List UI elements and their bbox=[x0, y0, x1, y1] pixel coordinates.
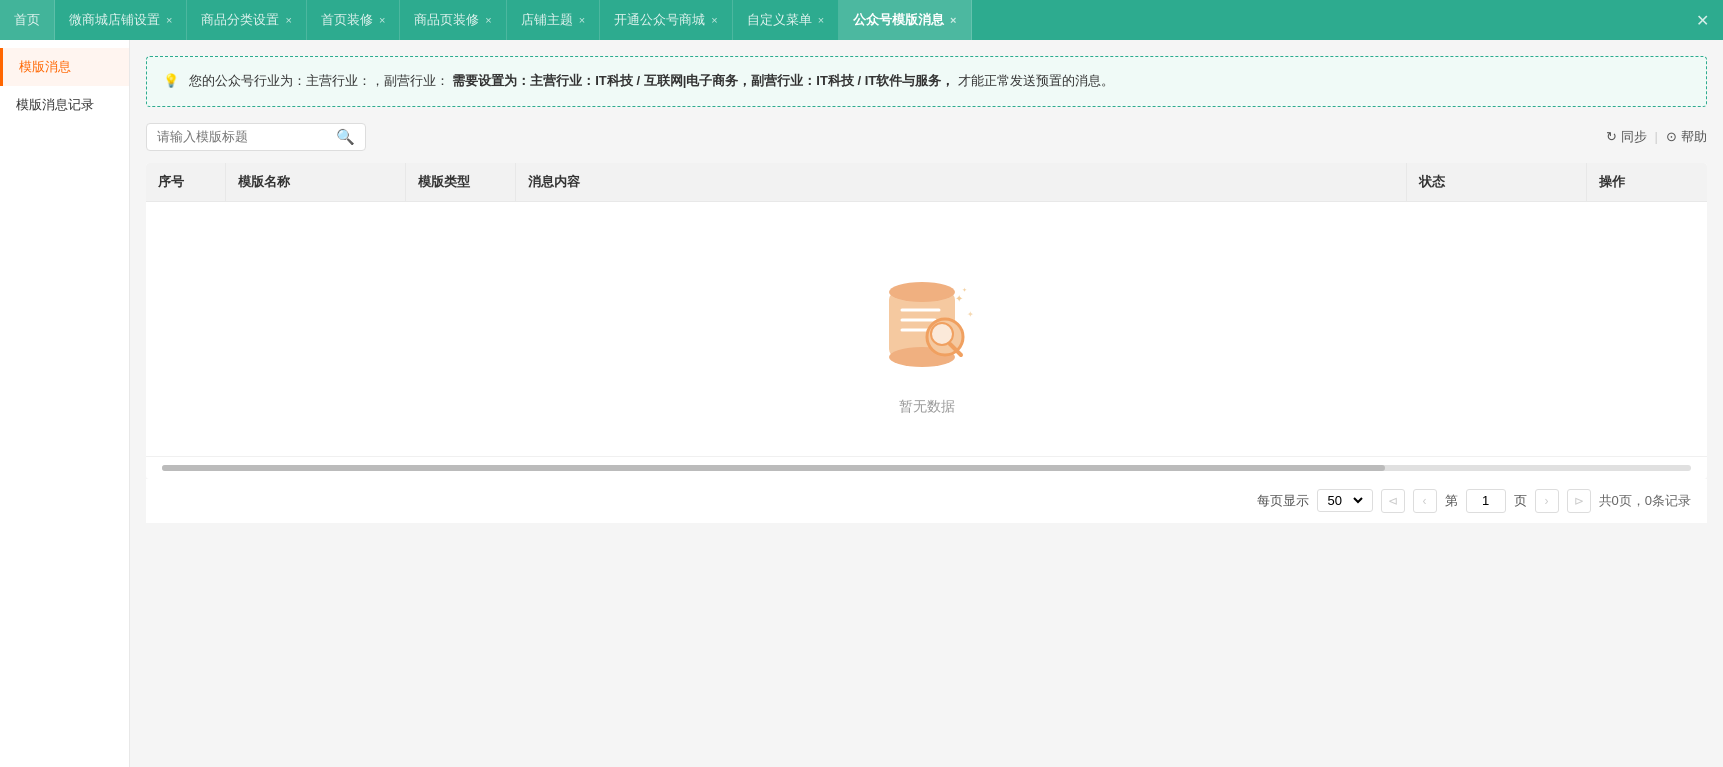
notice-icon: 💡 bbox=[163, 73, 179, 88]
search-input-wrap: 🔍 bbox=[146, 123, 366, 151]
tab-template-msg-label: 公众号模版消息 bbox=[853, 11, 944, 29]
tab-open-mall[interactable]: 开通公众号商城 × bbox=[600, 0, 732, 40]
total-text: 共0页，0条记录 bbox=[1599, 492, 1691, 510]
tab-category-close[interactable]: × bbox=[285, 15, 291, 26]
tab-weishop-label: 微商城店铺设置 bbox=[69, 11, 160, 29]
tab-theme-close[interactable]: × bbox=[579, 15, 585, 26]
tab-bar: 首页 微商城店铺设置 × 商品分类设置 × 首页装修 × 商品页装修 × 店铺主… bbox=[0, 0, 1723, 40]
sidebar-item-template-log-label: 模版消息记录 bbox=[16, 97, 94, 112]
tab-category[interactable]: 商品分类设置 × bbox=[187, 0, 306, 40]
content-area: 💡 您的公众号行业为：主营行业：，副营行业： 需要设置为：主营行业：IT科技 /… bbox=[130, 40, 1723, 767]
tab-open-mall-label: 开通公众号商城 bbox=[614, 11, 705, 29]
tab-category-label: 商品分类设置 bbox=[201, 11, 279, 29]
page-last-button[interactable]: ⊳ bbox=[1567, 489, 1591, 513]
per-page-select-wrap: 50 10 20 100 bbox=[1317, 489, 1373, 512]
th-name: 模版名称 bbox=[226, 163, 406, 201]
tab-template-msg[interactable]: 公众号模版消息 × bbox=[839, 0, 971, 40]
search-left: 🔍 bbox=[146, 123, 366, 151]
sync-button[interactable]: ↻ 同步 bbox=[1606, 128, 1647, 146]
search-icon[interactable]: 🔍 bbox=[336, 128, 355, 146]
data-table: 序号 模版名称 模版类型 消息内容 状态 操作 bbox=[146, 163, 1707, 479]
notice-box: 💡 您的公众号行业为：主营行业：，副营行业： 需要设置为：主营行业：IT科技 /… bbox=[146, 56, 1707, 107]
help-button[interactable]: ⊙ 帮助 bbox=[1666, 128, 1707, 146]
sidebar-item-template-msg-label: 模版消息 bbox=[19, 59, 71, 74]
svg-point-2 bbox=[889, 282, 955, 302]
th-status: 状态 bbox=[1407, 163, 1587, 201]
svg-text:✦: ✦ bbox=[962, 287, 967, 293]
tab-home[interactable]: 首页 bbox=[0, 0, 55, 40]
scrollbar-wrap bbox=[146, 456, 1707, 479]
sidebar-item-template-msg[interactable]: 模版消息 bbox=[0, 48, 129, 86]
sidebar: 模版消息 模版消息记录 bbox=[0, 40, 130, 767]
svg-text:✦: ✦ bbox=[955, 293, 963, 304]
tab-custom-menu-label: 自定义菜单 bbox=[747, 11, 812, 29]
page-next-button[interactable]: › bbox=[1535, 489, 1559, 513]
page-input[interactable] bbox=[1466, 489, 1506, 513]
tab-open-mall-close[interactable]: × bbox=[711, 15, 717, 26]
help-label: 帮助 bbox=[1681, 128, 1707, 146]
page-prev-button[interactable]: ‹ bbox=[1413, 489, 1437, 513]
notice-highlight: 需要设置为：主营行业：IT科技 / 互联网|电子商务，副营行业：IT科技 / I… bbox=[452, 73, 954, 88]
notice-suffix: 才能正常发送预置的消息。 bbox=[958, 73, 1114, 88]
main-layout: 模版消息 模版消息记录 💡 您的公众号行业为：主营行业：，副营行业： 需要设置为… bbox=[0, 40, 1723, 767]
table-header: 序号 模版名称 模版类型 消息内容 状态 操作 bbox=[146, 163, 1707, 202]
page-label: 第 bbox=[1445, 492, 1458, 510]
tab-home-label: 首页 bbox=[14, 11, 40, 29]
divider: | bbox=[1655, 129, 1658, 144]
per-page-select[interactable]: 50 10 20 100 bbox=[1324, 492, 1366, 509]
search-input[interactable] bbox=[157, 129, 336, 144]
help-icon: ⊙ bbox=[1666, 129, 1677, 144]
tab-custom-menu[interactable]: 自定义菜单 × bbox=[733, 0, 839, 40]
search-bar: 🔍 ↻ 同步 | ⊙ 帮助 bbox=[146, 123, 1707, 151]
search-right: ↻ 同步 | ⊙ 帮助 bbox=[1606, 128, 1707, 146]
tab-theme[interactable]: 店铺主题 × bbox=[507, 0, 600, 40]
per-page-label: 每页显示 bbox=[1257, 492, 1309, 510]
tab-weishop-close[interactable]: × bbox=[166, 15, 172, 26]
pagination: 每页显示 50 10 20 100 ⊲ ‹ 第 页 › ⊳ 共0页，0条记录 bbox=[146, 479, 1707, 523]
page-unit: 页 bbox=[1514, 492, 1527, 510]
empty-icon: ✦ ✦ ✦ bbox=[867, 262, 987, 382]
th-action: 操作 bbox=[1587, 163, 1707, 201]
tab-weishop[interactable]: 微商城店铺设置 × bbox=[55, 0, 187, 40]
tab-template-msg-close[interactable]: × bbox=[950, 15, 956, 26]
th-index: 序号 bbox=[146, 163, 226, 201]
notice-prefix: 您的公众号行业为：主营行业：，副营行业： bbox=[189, 73, 449, 88]
sidebar-item-template-log[interactable]: 模版消息记录 bbox=[0, 86, 129, 124]
svg-point-8 bbox=[931, 323, 953, 345]
tab-product-decor-close[interactable]: × bbox=[485, 15, 491, 26]
sync-label: 同步 bbox=[1621, 128, 1647, 146]
tab-product-decor-label: 商品页装修 bbox=[414, 11, 479, 29]
scrollbar-thumb[interactable] bbox=[162, 465, 1385, 471]
tab-home-decor-label: 首页装修 bbox=[321, 11, 373, 29]
th-content: 消息内容 bbox=[516, 163, 1407, 201]
tab-home-decor-close[interactable]: × bbox=[379, 15, 385, 26]
sync-icon: ↻ bbox=[1606, 129, 1617, 144]
tab-product-decor[interactable]: 商品页装修 × bbox=[400, 0, 506, 40]
empty-state: ✦ ✦ ✦ 暂无数据 bbox=[146, 202, 1707, 456]
tab-bar-close-all[interactable]: ✕ bbox=[1682, 11, 1723, 30]
scrollbar-track[interactable] bbox=[162, 465, 1691, 471]
empty-text: 暂无数据 bbox=[899, 398, 955, 416]
tab-custom-menu-close[interactable]: × bbox=[818, 15, 824, 26]
th-type: 模版类型 bbox=[406, 163, 516, 201]
svg-text:✦: ✦ bbox=[967, 310, 974, 319]
page-first-button[interactable]: ⊲ bbox=[1381, 489, 1405, 513]
tab-home-decor[interactable]: 首页装修 × bbox=[307, 0, 400, 40]
tab-theme-label: 店铺主题 bbox=[521, 11, 573, 29]
